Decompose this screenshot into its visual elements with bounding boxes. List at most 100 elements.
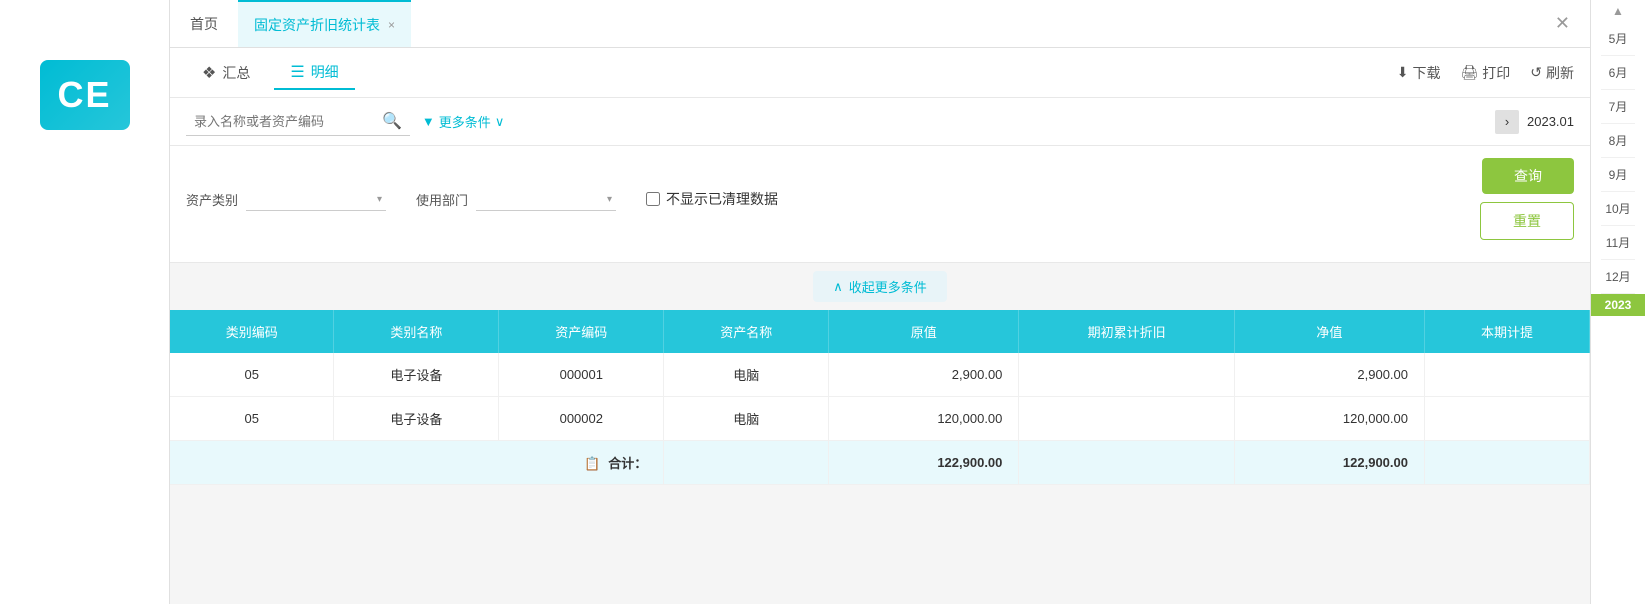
- cell-asset-code: 000001: [499, 353, 664, 397]
- col-header-net-value: 净值: [1234, 310, 1424, 353]
- download-icon: ⬇: [1397, 64, 1409, 81]
- cell-current-depr: [1425, 397, 1590, 441]
- tab-detail-btn[interactable]: ☰ 明细: [274, 56, 354, 90]
- cell-accum-depr: [1019, 353, 1234, 397]
- collapse-label: 收起更多条件: [849, 277, 927, 296]
- total-net-value: 122,900.00: [1234, 441, 1424, 485]
- total-original: 122,900.00: [829, 441, 1019, 485]
- cell-cat-name: 电子设备: [334, 397, 499, 441]
- no-cleared-label: 不显示已清理数据: [666, 189, 778, 209]
- table-container: 类别编码 类别名称 资产编码 资产名称 原值 期初累计折旧 净值 本期计提 05…: [170, 310, 1590, 604]
- cell-asset-name: 电脑: [664, 353, 829, 397]
- toolbar-actions: ⬇ 下载 🖨 打印 ↺ 刷新: [1397, 63, 1574, 83]
- more-filters-btn[interactable]: ▼ 更多条件 ∨: [422, 112, 504, 131]
- tab-close-icon[interactable]: ×: [388, 18, 395, 32]
- asset-table: 类别编码 类别名称 资产编码 资产名称 原值 期初累计折旧 净值 本期计提 05…: [170, 310, 1590, 485]
- total-label: 合计：: [608, 456, 647, 471]
- year-badge: 2023: [1591, 294, 1645, 316]
- col-header-cat-code: 类别编码: [170, 310, 334, 353]
- chevron-down-icon: ∨: [495, 114, 505, 130]
- cell-accum-depr: [1019, 397, 1234, 441]
- total-row: 📋 合计： 122,900.00 122,900.00: [170, 441, 1590, 485]
- month-item[interactable]: 5月: [1601, 22, 1634, 56]
- top-nav: 首页 固定资产折旧统计表 × ✕: [170, 0, 1590, 48]
- department-filter: 使用部门 ▾: [416, 187, 616, 211]
- window-close-btn[interactable]: ✕: [1535, 0, 1590, 47]
- cell-original: 2,900.00: [829, 353, 1019, 397]
- department-select-wrap: ▾: [476, 187, 616, 211]
- date-display: › 2023.01: [1495, 110, 1574, 134]
- date-value: 2023.01: [1527, 114, 1574, 129]
- sidebar-logo: CE: [0, 0, 170, 604]
- nav-home-btn[interactable]: 首页: [170, 0, 238, 47]
- cell-current-depr: [1425, 353, 1590, 397]
- search-bar: 🔍 ▼ 更多条件 ∨ › 2023.01: [170, 98, 1590, 146]
- collapse-section: ∧ 收起更多条件: [170, 263, 1590, 310]
- total-accum-depr: [1019, 441, 1234, 485]
- no-cleared-checkbox[interactable]: [646, 192, 660, 206]
- month-scroll-up[interactable]: ▲: [1591, 0, 1645, 22]
- col-header-asset-code: 资产编码: [499, 310, 664, 353]
- query-button[interactable]: 查询: [1482, 158, 1574, 194]
- main-content: 首页 固定资产折旧统计表 × ✕ ❖ 汇总 ☰ 明细 ⬇ 下载 🖨 打印 ↺: [170, 0, 1590, 604]
- print-label: 打印: [1482, 63, 1510, 83]
- month-item[interactable]: 12月: [1601, 260, 1634, 294]
- search-icon: 🔍: [382, 111, 402, 131]
- asset-type-filter: 资产类别 ▾: [186, 187, 386, 211]
- refresh-icon: ↺: [1530, 64, 1542, 81]
- summary-tab-label: 汇总: [222, 63, 250, 83]
- detail-tab-label: 明细: [311, 62, 339, 82]
- col-header-current-depr: 本期计提: [1425, 310, 1590, 353]
- asset-type-select[interactable]: [246, 187, 386, 211]
- month-item[interactable]: 8月: [1601, 124, 1634, 158]
- cell-cat-code: 05: [170, 353, 334, 397]
- col-header-cat-name: 类别名称: [334, 310, 499, 353]
- cell-cat-code: 05: [170, 397, 334, 441]
- collapse-btn[interactable]: ∧ 收起更多条件: [813, 271, 947, 302]
- cell-asset-name: 电脑: [664, 397, 829, 441]
- department-label: 使用部门: [416, 190, 468, 209]
- table-row: 05 电子设备 000002 电脑 120,000.00 120,000.00: [170, 397, 1590, 441]
- month-item[interactable]: 6月: [1601, 56, 1634, 90]
- col-header-asset-name: 资产名称: [664, 310, 829, 353]
- table-header-row: 类别编码 类别名称 资产编码 资产名称 原值 期初累计折旧 净值 本期计提: [170, 310, 1590, 353]
- reset-button[interactable]: 重置: [1480, 202, 1574, 240]
- total-asset-name: [664, 441, 829, 485]
- summary-tab-icon: ❖: [202, 63, 216, 83]
- tab-summary-btn[interactable]: ❖ 汇总: [186, 57, 266, 89]
- filter-icon: ▼: [422, 114, 435, 129]
- month-item[interactable]: 11月: [1601, 226, 1634, 260]
- month-item[interactable]: 10月: [1601, 192, 1634, 226]
- ce-logo-text: CE: [40, 60, 130, 130]
- total-icon: 📋: [584, 456, 600, 471]
- cell-net-value: 2,900.00: [1234, 353, 1424, 397]
- month-list: 5月6月7月8月9月10月11月12月: [1601, 22, 1634, 294]
- nav-tab-label: 固定资产折旧统计表: [254, 15, 380, 35]
- filter-conditions: 资产类别 ▾ 使用部门 ▾ 不显示已清理数: [170, 146, 1590, 263]
- table-row: 05 电子设备 000001 电脑 2,900.00 2,900.00: [170, 353, 1590, 397]
- detail-tab-icon: ☰: [290, 62, 304, 82]
- no-cleared-checkbox-wrap: 不显示已清理数据: [646, 189, 778, 209]
- download-btn[interactable]: ⬇ 下载: [1397, 63, 1441, 83]
- cell-net-value: 120,000.00: [1234, 397, 1424, 441]
- asset-type-label: 资产类别: [186, 190, 238, 209]
- refresh-btn[interactable]: ↺ 刷新: [1530, 63, 1574, 83]
- search-input[interactable]: [194, 114, 374, 129]
- filter-actions: 查询 重置: [1480, 158, 1574, 240]
- collapse-icon: ∧: [833, 279, 843, 295]
- cell-original: 120,000.00: [829, 397, 1019, 441]
- total-label-cell: 📋 合计：: [170, 441, 664, 485]
- col-header-accum-depr: 期初累计折旧: [1019, 310, 1234, 353]
- nav-active-tab[interactable]: 固定资产折旧统计表 ×: [238, 0, 411, 47]
- cell-asset-code: 000002: [499, 397, 664, 441]
- date-prev-arrow[interactable]: ›: [1495, 110, 1519, 134]
- print-btn[interactable]: 🖨 打印: [1460, 63, 1510, 83]
- filter-row-1: 资产类别 ▾ 使用部门 ▾ 不显示已清理数: [186, 158, 1574, 240]
- print-icon: 🖨: [1460, 64, 1478, 81]
- month-item[interactable]: 7月: [1601, 90, 1634, 124]
- toolbar: ❖ 汇总 ☰ 明细 ⬇ 下载 🖨 打印 ↺ 刷新: [170, 48, 1590, 98]
- refresh-label: 刷新: [1546, 63, 1574, 83]
- department-select[interactable]: [476, 187, 616, 211]
- month-item[interactable]: 9月: [1601, 158, 1634, 192]
- search-input-wrap: 🔍: [186, 107, 410, 136]
